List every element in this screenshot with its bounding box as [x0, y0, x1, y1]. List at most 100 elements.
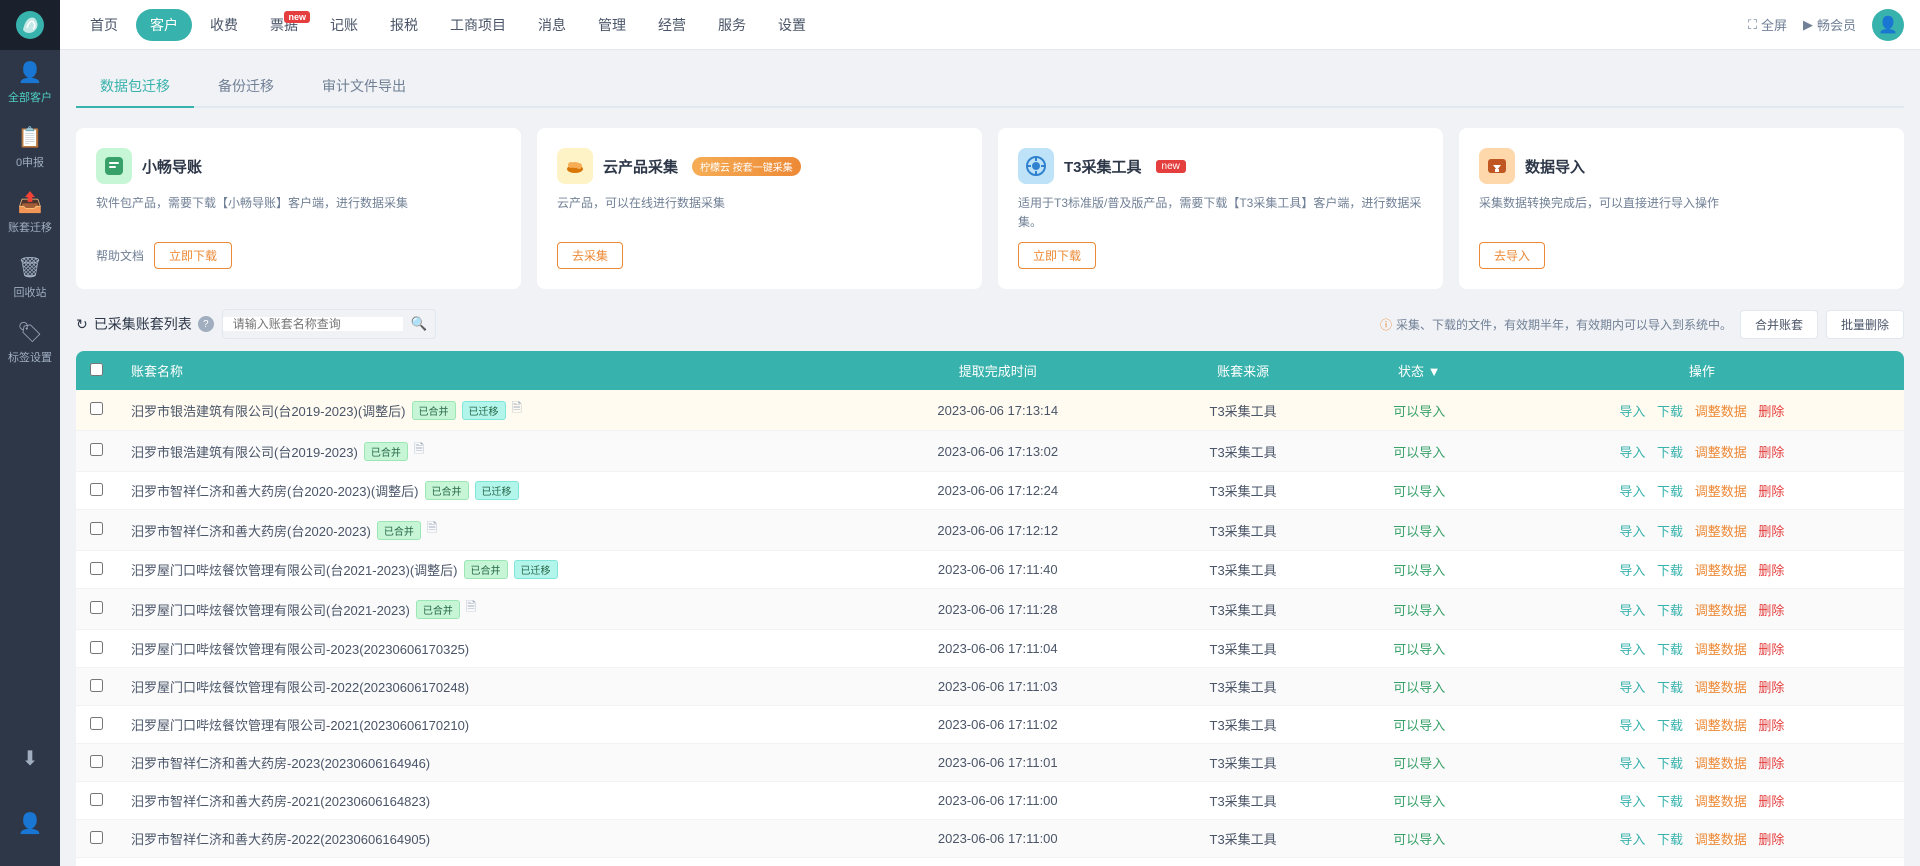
sidebar-item-account-migrate[interactable]: 📤 账套迁移 — [0, 180, 60, 245]
action-下载[interactable]: 下载 — [1653, 484, 1687, 499]
row-checkbox[interactable] — [90, 793, 103, 806]
nav-bill[interactable]: 票据 new — [256, 9, 312, 41]
nav-client[interactable]: 客户 — [136, 9, 192, 41]
action-导入[interactable]: 导入 — [1615, 563, 1649, 578]
action-调整数据[interactable]: 调整数据 — [1691, 603, 1751, 618]
action-下载[interactable]: 下载 — [1653, 832, 1687, 847]
fullscreen-button[interactable]: ⛶ 全屏 — [1748, 15, 1787, 34]
action-导入[interactable]: 导入 — [1615, 756, 1649, 771]
row-checkbox[interactable] — [90, 831, 103, 844]
action-删除[interactable]: 删除 — [1754, 718, 1788, 733]
row-checkbox[interactable] — [90, 601, 103, 614]
action-下载[interactable]: 下载 — [1653, 680, 1687, 695]
action-调整数据[interactable]: 调整数据 — [1691, 756, 1751, 771]
section-help-icon[interactable]: ? — [198, 316, 214, 332]
action-导入[interactable]: 导入 — [1615, 524, 1649, 539]
action-删除[interactable]: 删除 — [1754, 680, 1788, 695]
t3-download-button[interactable]: 立即下载 — [1018, 242, 1096, 269]
tab-backup-migration[interactable]: 备份迁移 — [194, 66, 298, 108]
col-status-header[interactable]: 状态 ▼ — [1339, 351, 1500, 390]
action-导入[interactable]: 导入 — [1615, 404, 1649, 419]
action-调整数据[interactable]: 调整数据 — [1691, 794, 1751, 809]
action-删除[interactable]: 删除 — [1754, 642, 1788, 657]
help-doc-link[interactable]: 帮助文档 — [96, 247, 144, 264]
action-删除[interactable]: 删除 — [1754, 603, 1788, 618]
action-调整数据[interactable]: 调整数据 — [1691, 563, 1751, 578]
action-删除[interactable]: 删除 — [1754, 563, 1788, 578]
user-avatar[interactable]: 👤 — [1872, 9, 1904, 41]
refresh-icon[interactable]: ↻ — [76, 316, 88, 333]
row-checkbox[interactable] — [90, 402, 103, 415]
sidebar-item-download[interactable]: ⬇ — [0, 726, 60, 791]
action-调整数据[interactable]: 调整数据 — [1691, 445, 1751, 460]
action-导入[interactable]: 导入 — [1615, 794, 1649, 809]
merge-accounts-button[interactable]: 合并账套 — [1740, 310, 1818, 339]
action-导入[interactable]: 导入 — [1615, 680, 1649, 695]
action-调整数据[interactable]: 调整数据 — [1691, 718, 1751, 733]
action-删除[interactable]: 删除 — [1754, 794, 1788, 809]
action-调整数据[interactable]: 调整数据 — [1691, 484, 1751, 499]
download-now-button[interactable]: 立即下载 — [154, 242, 232, 269]
action-导入[interactable]: 导入 — [1615, 484, 1649, 499]
search-button[interactable]: 🔍 — [403, 316, 436, 332]
action-调整数据[interactable]: 调整数据 — [1691, 642, 1751, 657]
action-调整数据[interactable]: 调整数据 — [1691, 524, 1751, 539]
nav-business[interactable]: 工商项目 — [436, 9, 520, 41]
goto-import-button[interactable]: 去导入 — [1479, 242, 1545, 269]
action-删除[interactable]: 删除 — [1754, 524, 1788, 539]
nav-service[interactable]: 服务 — [704, 9, 760, 41]
action-下载[interactable]: 下载 — [1653, 603, 1687, 618]
goto-collect-button[interactable]: 去采集 — [557, 242, 623, 269]
nav-tax[interactable]: 报税 — [376, 9, 432, 41]
nav-home[interactable]: 首页 — [76, 9, 132, 41]
nav-fee[interactable]: 收费 — [196, 9, 252, 41]
nav-settings[interactable]: 设置 — [764, 9, 820, 41]
file-icon[interactable]: 🗎 — [427, 519, 437, 541]
row-checkbox[interactable] — [90, 717, 103, 730]
row-checkbox[interactable] — [90, 483, 103, 496]
action-下载[interactable]: 下载 — [1653, 642, 1687, 657]
file-icon[interactable]: 🗎 — [414, 440, 424, 462]
nav-operation[interactable]: 经营 — [644, 9, 700, 41]
row-checkbox[interactable] — [90, 562, 103, 575]
action-删除[interactable]: 删除 — [1754, 404, 1788, 419]
nav-bookkeeping[interactable]: 记账 — [316, 9, 372, 41]
row-checkbox[interactable] — [90, 755, 103, 768]
row-checkbox[interactable] — [90, 641, 103, 654]
file-icon[interactable]: 🗎 — [466, 598, 476, 620]
action-导入[interactable]: 导入 — [1615, 445, 1649, 460]
action-下载[interactable]: 下载 — [1653, 794, 1687, 809]
action-下载[interactable]: 下载 — [1653, 445, 1687, 460]
action-调整数据[interactable]: 调整数据 — [1691, 680, 1751, 695]
action-导入[interactable]: 导入 — [1615, 642, 1649, 657]
sidebar-item-tags[interactable]: 🏷 标签设置 — [0, 310, 60, 375]
action-调整数据[interactable]: 调整数据 — [1691, 404, 1751, 419]
search-input[interactable] — [223, 317, 403, 331]
tab-data-migration[interactable]: 数据包迁移 — [76, 66, 194, 108]
file-icon[interactable]: 🗎 — [512, 399, 522, 421]
tab-audit-export[interactable]: 审计文件导出 — [298, 66, 430, 108]
action-导入[interactable]: 导入 — [1615, 718, 1649, 733]
batch-delete-button[interactable]: 批量删除 — [1826, 310, 1904, 339]
sidebar-item-zero-declare[interactable]: 📋 0申报 — [0, 115, 60, 180]
action-删除[interactable]: 删除 — [1754, 445, 1788, 460]
member-button[interactable]: ▶ 畅会员 — [1803, 15, 1856, 34]
action-导入[interactable]: 导入 — [1615, 832, 1649, 847]
action-下载[interactable]: 下载 — [1653, 563, 1687, 578]
row-checkbox[interactable] — [90, 443, 103, 456]
action-下载[interactable]: 下载 — [1653, 718, 1687, 733]
action-删除[interactable]: 删除 — [1754, 756, 1788, 771]
nav-message[interactable]: 消息 — [524, 9, 580, 41]
row-checkbox[interactable] — [90, 679, 103, 692]
action-下载[interactable]: 下载 — [1653, 524, 1687, 539]
sidebar-item-all-clients[interactable]: 👤 全部客户 — [0, 50, 60, 115]
row-checkbox[interactable] — [90, 522, 103, 535]
nav-manage[interactable]: 管理 — [584, 9, 640, 41]
action-下载[interactable]: 下载 — [1653, 756, 1687, 771]
action-导入[interactable]: 导入 — [1615, 603, 1649, 618]
sidebar-item-user-profile[interactable]: 👤 — [0, 791, 60, 856]
select-all-checkbox[interactable] — [90, 363, 103, 376]
action-下载[interactable]: 下载 — [1653, 404, 1687, 419]
action-调整数据[interactable]: 调整数据 — [1691, 832, 1751, 847]
action-删除[interactable]: 删除 — [1754, 484, 1788, 499]
